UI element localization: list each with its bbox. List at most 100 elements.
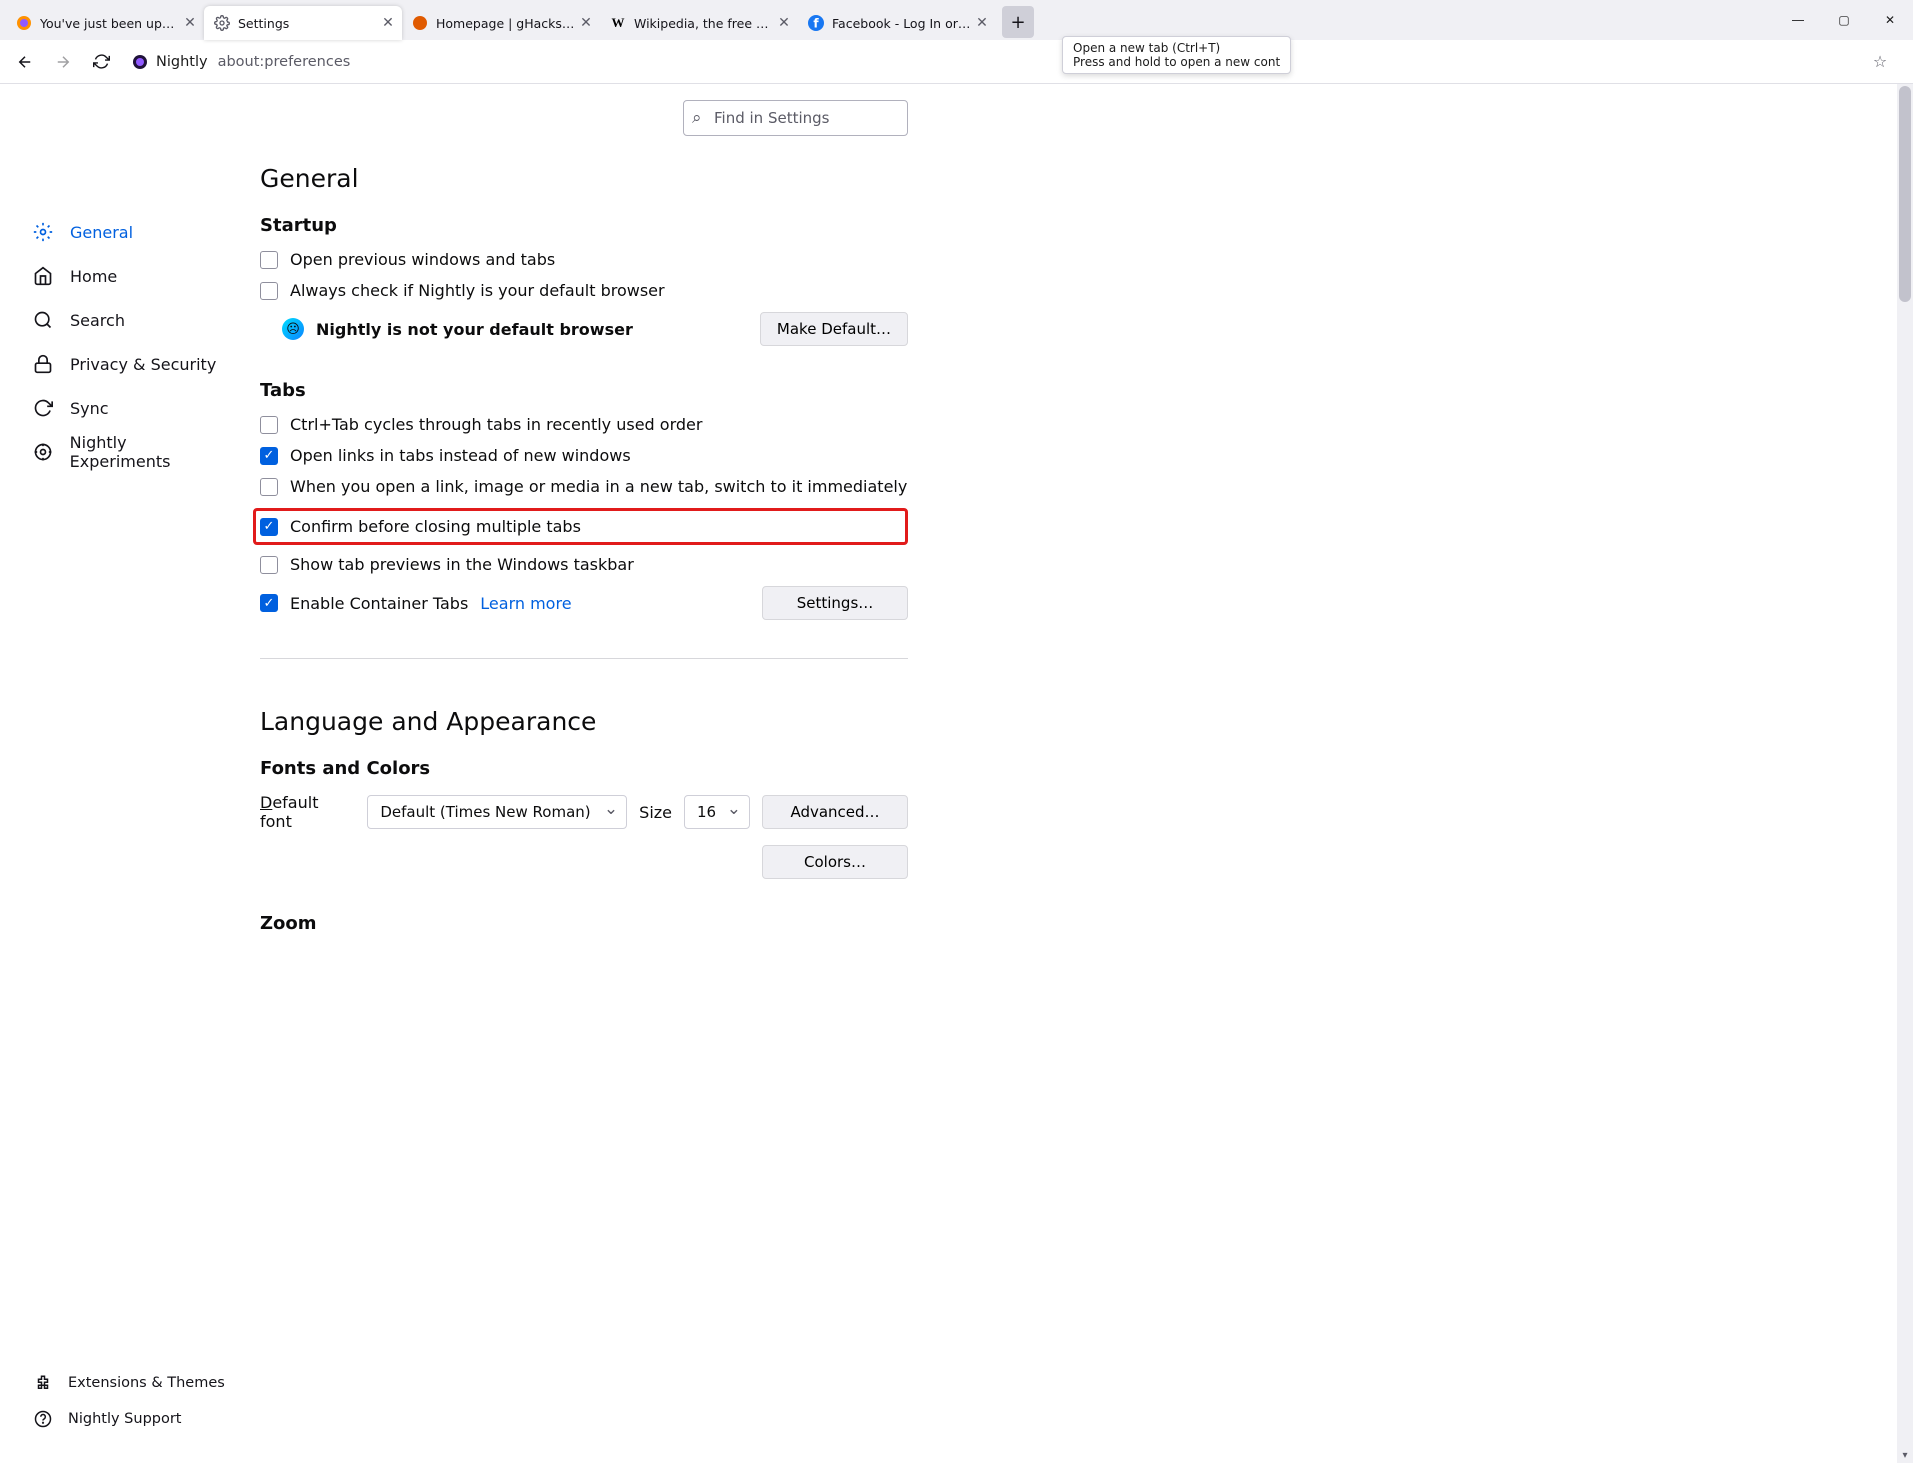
checkbox[interactable] xyxy=(260,282,278,300)
sidebar-item-label: General xyxy=(70,223,133,242)
maximize-button[interactable]: ▢ xyxy=(1821,0,1867,40)
scroll-down-arrow[interactable]: ▾ xyxy=(1897,1447,1913,1463)
close-window-button[interactable]: ✕ xyxy=(1867,0,1913,40)
back-button[interactable] xyxy=(8,45,42,79)
checkbox[interactable] xyxy=(260,556,278,574)
size-label: Size xyxy=(639,803,672,822)
tab-label: You've just been upgraded xyxy=(40,16,180,31)
checkbox[interactable] xyxy=(260,251,278,269)
vertical-scrollbar[interactable]: ▴ ▾ xyxy=(1897,84,1913,1463)
facebook-icon: f xyxy=(808,15,824,31)
tab-label: Facebook - Log In or Sign U xyxy=(832,16,972,31)
font-size-select[interactable]: 16 xyxy=(684,795,750,829)
zoom-heading: Zoom xyxy=(260,913,908,934)
home-icon xyxy=(32,265,54,287)
close-icon[interactable]: ✕ xyxy=(576,13,596,33)
bookmark-star-icon[interactable]: ☆ xyxy=(1865,47,1895,77)
navigation-toolbar: Nightly about:preferences ☆ xyxy=(0,40,1913,84)
option-open-links-in-tabs[interactable]: Open links in tabs instead of new window… xyxy=(260,446,908,465)
container-settings-button[interactable]: Settings… xyxy=(762,586,908,620)
option-container-tabs: Enable Container Tabs Learn more Setting… xyxy=(260,586,908,620)
sidebar-item-search[interactable]: Search xyxy=(32,298,230,342)
checkbox[interactable] xyxy=(260,416,278,434)
close-icon[interactable]: ✕ xyxy=(180,13,200,33)
find-in-settings-input[interactable]: Find in Settings xyxy=(683,100,908,136)
gear-icon xyxy=(214,15,230,31)
default-font-label: Default font xyxy=(260,793,355,831)
search-icon xyxy=(32,309,54,331)
puzzle-icon xyxy=(32,1372,54,1394)
tab-strip: You've just been upgraded ✕ Settings ✕ H… xyxy=(0,0,1913,40)
tab-upgraded[interactable]: You've just been upgraded ✕ xyxy=(6,6,204,40)
flask-icon xyxy=(32,441,54,463)
svg-text:f: f xyxy=(813,17,819,31)
help-icon xyxy=(32,1408,54,1430)
option-ctrl-tab[interactable]: Ctrl+Tab cycles through tabs in recently… xyxy=(260,415,908,434)
sidebar-item-label: Nightly Support xyxy=(68,1411,182,1427)
scrollbar-thumb[interactable] xyxy=(1899,86,1911,302)
sidebar-item-experiments[interactable]: Nightly Experiments xyxy=(32,430,230,474)
option-confirm-close-tabs[interactable]: Confirm before closing multiple tabs xyxy=(260,517,899,536)
checkbox[interactable] xyxy=(260,518,278,536)
separator xyxy=(260,658,908,659)
identity-box[interactable]: Nightly xyxy=(132,54,208,70)
url-text: about:preferences xyxy=(218,54,351,70)
option-label: Confirm before closing multiple tabs xyxy=(290,517,581,536)
option-label: When you open a link, image or media in … xyxy=(290,477,907,496)
sidebar-item-support[interactable]: Nightly Support xyxy=(32,1401,230,1437)
tab-ghacks[interactable]: Homepage | gHacks Techn ✕ xyxy=(402,6,600,40)
new-tab-button[interactable]: + xyxy=(1002,6,1034,38)
option-label: Show tab previews in the Windows taskbar xyxy=(290,555,634,574)
sidebar-item-home[interactable]: Home xyxy=(32,254,230,298)
option-taskbar-previews[interactable]: Show tab previews in the Windows taskbar xyxy=(260,555,908,574)
option-label: Ctrl+Tab cycles through tabs in recently… xyxy=(290,415,702,434)
sidebar-item-extensions[interactable]: Extensions & Themes xyxy=(32,1365,230,1401)
settings-page: General Home Search Privacy & Security S… xyxy=(0,84,1913,1463)
default-browser-status: Nightly is not your default browser xyxy=(316,320,748,339)
search-placeholder: Find in Settings xyxy=(714,109,829,127)
sync-icon xyxy=(32,397,54,419)
sidebar-item-general[interactable]: General xyxy=(32,210,230,254)
checkbox[interactable] xyxy=(260,478,278,496)
option-label: Open previous windows and tabs xyxy=(290,250,555,269)
identity-label: Nightly xyxy=(156,54,208,70)
sidebar-item-label: Extensions & Themes xyxy=(68,1375,225,1391)
window-controls: ― ▢ ✕ xyxy=(1775,0,1913,40)
nightly-icon xyxy=(132,54,148,70)
minimize-button[interactable]: ― xyxy=(1775,0,1821,40)
option-always-check-default[interactable]: Always check if Nightly is your default … xyxy=(260,281,908,300)
wikipedia-icon: W xyxy=(610,15,626,31)
tab-wikipedia[interactable]: W Wikipedia, the free encyclop ✕ xyxy=(600,6,798,40)
option-switch-immediately[interactable]: When you open a link, image or media in … xyxy=(260,477,908,496)
highlighted-option: Confirm before closing multiple tabs xyxy=(253,508,908,545)
checkbox[interactable] xyxy=(260,447,278,465)
tab-facebook[interactable]: f Facebook - Log In or Sign U ✕ xyxy=(798,6,996,40)
checkbox[interactable] xyxy=(260,594,278,612)
sidebar-item-sync[interactable]: Sync xyxy=(32,386,230,430)
colors-button[interactable]: Colors… xyxy=(762,845,908,879)
sidebar-item-label: Home xyxy=(70,267,117,286)
option-open-previous[interactable]: Open previous windows and tabs xyxy=(260,250,908,269)
learn-more-link[interactable]: Learn more xyxy=(480,594,571,613)
tabs-heading: Tabs xyxy=(260,380,908,401)
sidebar-item-privacy[interactable]: Privacy & Security xyxy=(32,342,230,386)
sad-face-icon: ☹ xyxy=(282,318,304,340)
url-bar[interactable]: Nightly about:preferences ☆ xyxy=(122,45,1905,79)
close-icon[interactable]: ✕ xyxy=(378,13,398,33)
reload-button[interactable] xyxy=(84,45,118,79)
option-label: Always check if Nightly is your default … xyxy=(290,281,665,300)
option-label: Enable Container Tabs xyxy=(290,594,468,613)
page-title: General xyxy=(260,164,908,193)
close-icon[interactable]: ✕ xyxy=(774,13,794,33)
fonts-advanced-button[interactable]: Advanced… xyxy=(762,795,908,829)
startup-heading: Startup xyxy=(260,215,908,236)
tab-label: Wikipedia, the free encyclop xyxy=(634,16,774,31)
make-default-button[interactable]: Make Default… xyxy=(760,312,908,346)
lock-icon xyxy=(32,353,54,375)
default-font-select[interactable]: Default (Times New Roman) xyxy=(367,795,627,829)
close-icon[interactable]: ✕ xyxy=(972,13,992,33)
forward-button[interactable] xyxy=(46,45,80,79)
tab-settings[interactable]: Settings ✕ xyxy=(204,6,402,40)
tooltip-title: Open a new tab (Ctrl+T) xyxy=(1073,41,1280,55)
fonts-heading: Fonts and Colors xyxy=(260,758,908,779)
